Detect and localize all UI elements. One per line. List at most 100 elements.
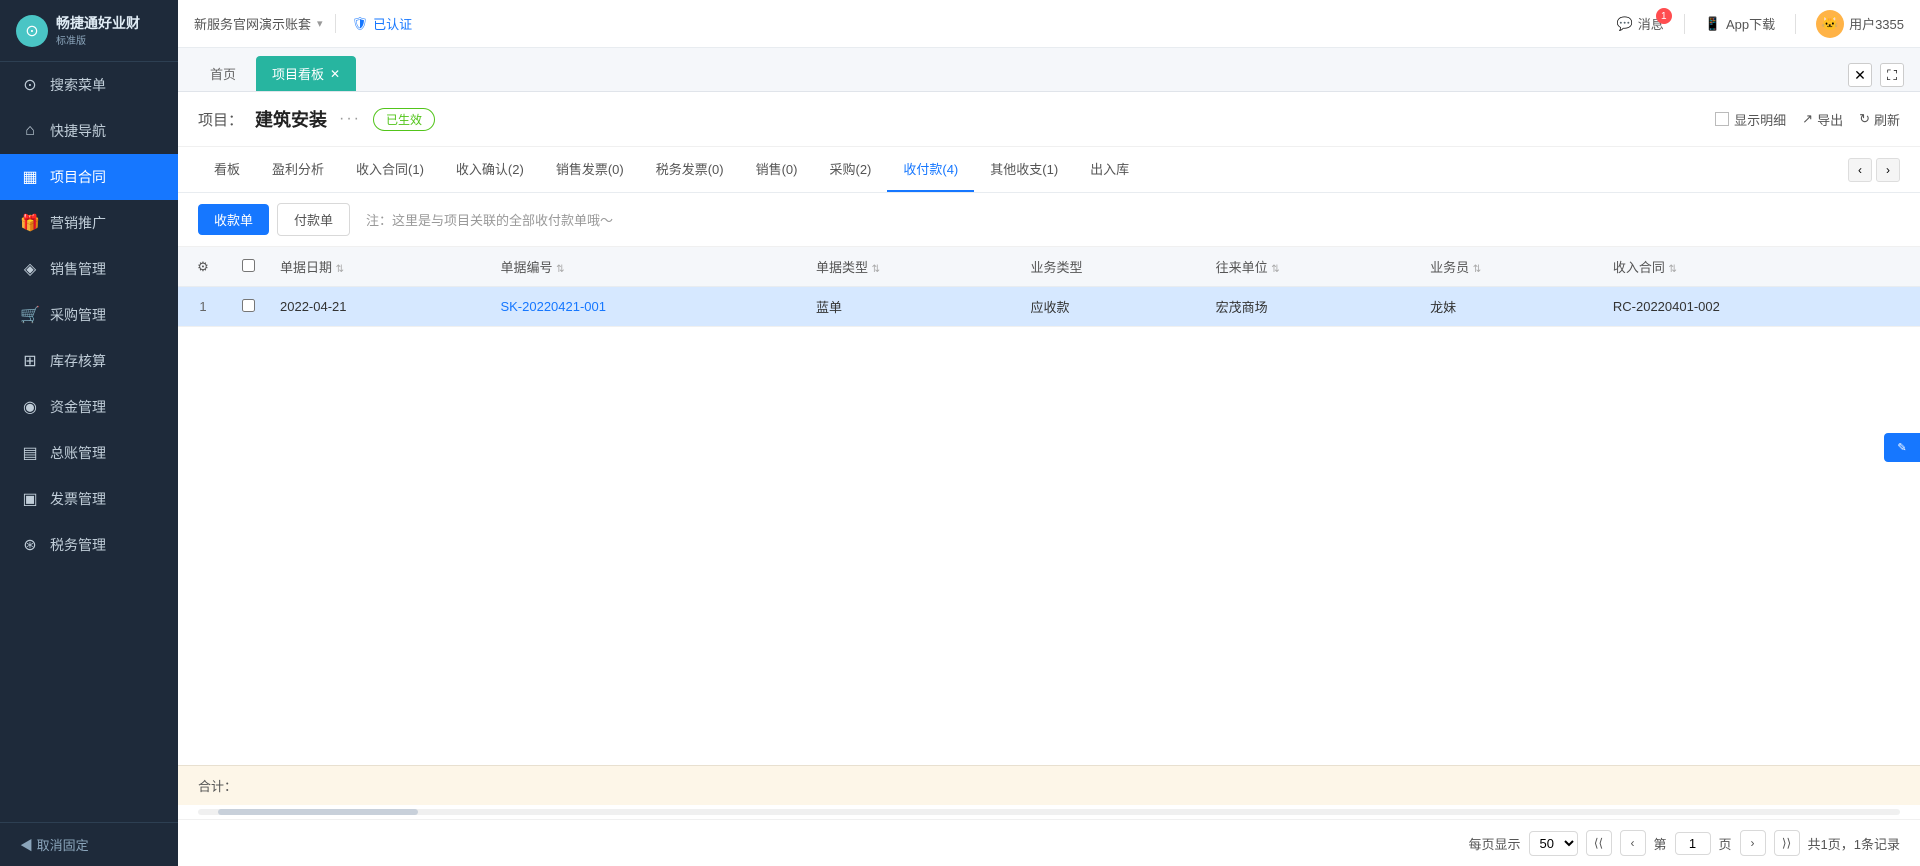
sidebar-item-marketing[interactable]: 🎁 营销推广 [0,200,178,246]
sidebar-item-search[interactable]: ⊙ 搜索菜单 [0,62,178,108]
sidebar-nav: ⊙ 搜索菜单 ⌂ 快捷导航 ▦ 项目合同 🎁 营销推广 ◈ 销售管理 🛒 采购管… [0,62,178,822]
expand-window-button[interactable]: ⛶ [1880,63,1904,87]
tab-close-icon[interactable]: ✕ [330,67,340,81]
settings-icon[interactable]: ⚙ [197,259,209,274]
tab-prev-arrow[interactable]: ‹ [1848,158,1872,182]
refresh-icon: ↻ [1859,111,1870,127]
tab-income-contract[interactable]: 收入合同(1) [340,147,440,192]
tab-sales-invoice[interactable]: 销售发票(0) [540,147,640,192]
col-checkbox[interactable] [228,247,268,287]
tab-income-confirm[interactable]: 收入确认(2) [440,147,540,192]
divider [1684,14,1685,34]
sort-icon2: ⇅ [556,264,564,275]
gift-icon: 🎁 [20,213,40,233]
per-page-select[interactable]: 50 [1529,831,1578,856]
sidebar-item-ledger[interactable]: ▤ 总账管理 [0,430,178,476]
topbar-right: 💬 消息 1 📱 App下载 🐱 用户3355 [1617,10,1904,38]
user-profile-button[interactable]: 🐱 用户3355 [1816,10,1904,38]
next-page-button[interactable]: › [1740,830,1766,856]
feedback-icon: ✎ [1896,441,1909,454]
col-setting[interactable]: ⚙ [178,247,228,287]
close-window-button[interactable]: ✕ [1848,63,1872,87]
sidebar-item-quick-nav[interactable]: ⌂ 快捷导航 [0,108,178,154]
invoice-icon: ▣ [20,489,40,509]
col-biz-type: 业务类型 [1018,247,1203,287]
checkbox-icon[interactable] [1715,112,1729,126]
col-income-contract[interactable]: 收入合同 ⇅ [1601,247,1920,287]
tab-profit[interactable]: 盈利分析 [256,147,340,192]
row-date: 2022-04-21 [268,287,488,327]
last-page-button[interactable]: ⟩⟩ [1774,830,1800,856]
tab-tax-invoice[interactable]: 税务发票(0) [640,147,740,192]
sidebar-item-invoice[interactable]: ▣ 发票管理 [0,476,178,522]
col-partner[interactable]: 往来单位 ⇅ [1204,247,1418,287]
first-page-button[interactable]: ⟨⟨ [1586,830,1612,856]
scrollbar-thumb[interactable] [218,809,418,815]
project-header: 项目： 建筑安装 ··· 已生效 显示明细 ↗ 导出 ↻ 刷新 [178,92,1920,147]
table-total-footer: 合计： [178,765,1920,805]
tab-next-arrow[interactable]: › [1876,158,1900,182]
prev-page-button[interactable]: ‹ [1620,830,1646,856]
tab-purchase[interactable]: 采购(2) [813,147,887,192]
sidebar-item-tax[interactable]: ⊛ 税务管理 [0,522,178,568]
more-options-button[interactable]: ··· [339,110,361,128]
search-menu-icon: ⊙ [20,75,40,95]
select-all-checkbox[interactable] [242,259,255,272]
app-title: 畅捷通好业财 标准版 [56,14,140,47]
pay-tab-button[interactable]: 付款单 [277,203,350,236]
sort-icon4: ⇅ [1271,264,1279,275]
sidebar-item-sales[interactable]: ◈ 销售管理 [0,246,178,292]
fund-icon: ◉ [20,397,40,417]
home-icon: ⌂ [20,122,40,140]
total-label: 合计： [198,776,237,795]
tab-home[interactable]: 首页 [194,56,252,91]
row-select-checkbox[interactable] [242,299,255,312]
export-button[interactable]: ↗ 导出 [1802,110,1843,129]
messages-button[interactable]: 💬 消息 1 [1617,14,1664,33]
sidebar-item-inventory[interactable]: ⊞ 库存核算 [0,338,178,384]
row-partner: 宏茂商场 [1204,287,1418,327]
main-content: 新服务官网演示账套 ▾ 🛡 已认证 💬 消息 1 📱 App下载 🐱 用户335… [178,0,1920,866]
project-label: 项目： [198,109,243,130]
sidebar-logo: ⊙ 畅捷通好业财 标准版 [0,0,178,62]
sidebar: ⊙ 畅捷通好业财 标准版 ⊙ 搜索菜单 ⌂ 快捷导航 ▦ 项目合同 🎁 营销推广… [0,0,178,866]
col-number[interactable]: 单据编号 ⇅ [488,247,804,287]
tax-icon: ⊛ [20,535,40,555]
page-label: 第 [1654,834,1667,853]
certified-badge: 🛡 已认证 [352,14,413,33]
sort-icon6: ⇅ [1669,264,1677,275]
tab-inout[interactable]: 出入库 [1074,147,1145,192]
data-table: ⚙ 单据日期 ⇅ 单据编号 ⇅ [178,247,1920,327]
sidebar-item-project-contract[interactable]: ▦ 项目合同 [0,154,178,200]
col-salesperson[interactable]: 业务员 ⇅ [1418,247,1601,287]
col-type[interactable]: 单据类型 ⇅ [804,247,1018,287]
horizontal-scrollbar[interactable] [178,805,1920,819]
page-tabs: 首页 项目看板 ✕ ✕ ⛶ [178,48,1920,92]
row-checkbox[interactable] [228,287,268,327]
project-selector[interactable]: 新服务官网演示账套 ▾ [194,14,336,33]
sales-icon: ◈ [20,259,40,279]
project-actions: 显示明细 ↗ 导出 ↻ 刷新 [1715,110,1900,129]
tab-project-board[interactable]: 项目看板 ✕ [256,56,356,91]
tab-sales[interactable]: 销售(0) [740,147,814,192]
row-number[interactable]: SK-20220421-001 [488,287,804,327]
sidebar-item-fund[interactable]: ◉ 资金管理 [0,384,178,430]
sidebar-item-purchase[interactable]: 🛒 采购管理 [0,292,178,338]
mobile-icon: 📱 [1705,16,1721,32]
tab-other-expense[interactable]: 其他收支(1) [974,147,1074,192]
page-input[interactable] [1675,832,1711,855]
show-detail-checkbox[interactable]: 显示明细 [1715,110,1786,129]
row-seq: 1 [178,287,228,327]
refresh-button[interactable]: ↻ 刷新 [1859,110,1900,129]
unpin-button[interactable]: ◀ 取消固定 [0,822,178,866]
page-end-label: 页 [1719,834,1732,853]
app-download-button[interactable]: 📱 App下载 [1705,14,1775,33]
avatar: 🐱 [1816,10,1844,38]
row-type: 蓝单 [804,287,1018,327]
collect-tab-button[interactable]: 收款单 [198,204,269,235]
feedback-button[interactable]: ✎ [1884,433,1920,462]
col-date[interactable]: 单据日期 ⇅ [268,247,488,287]
tab-collect-pay[interactable]: 收付款(4) [887,147,974,192]
doc-number-link[interactable]: SK-20220421-001 [500,299,606,314]
tab-kanban[interactable]: 看板 [198,147,256,192]
